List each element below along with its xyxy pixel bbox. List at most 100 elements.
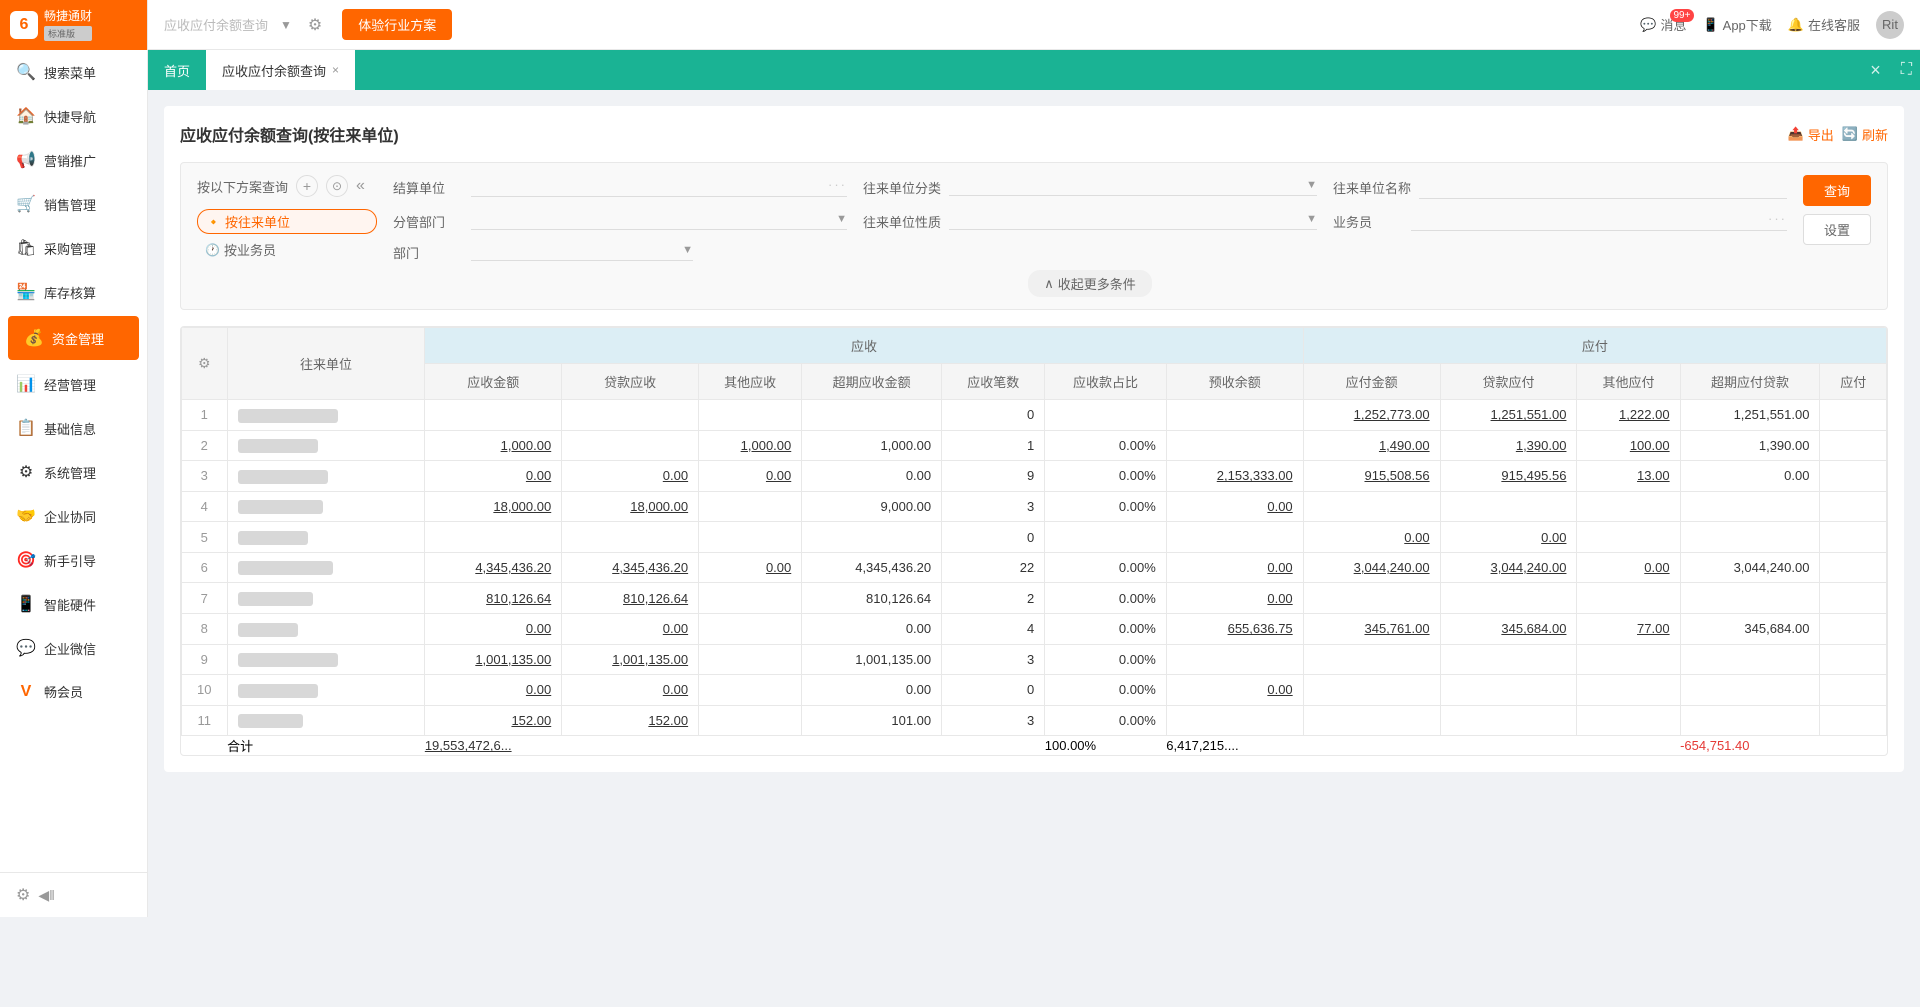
cell-link[interactable]: 0.00 bbox=[1267, 682, 1292, 697]
cell-link[interactable]: 1,251,551.00 bbox=[1491, 407, 1567, 422]
cell-link[interactable]: 0.00 bbox=[766, 468, 791, 483]
settlement-ellipsis-icon[interactable]: ··· bbox=[828, 177, 847, 192]
filter-row-1: 结算单位 ··· 往来单位分类 bbox=[393, 175, 1787, 199]
sidebar-item-wechat[interactable]: 💬 企业微信 bbox=[0, 626, 147, 670]
filter-schema-button[interactable]: ⊙ bbox=[326, 175, 348, 197]
setting-button[interactable]: 设置 bbox=[1803, 214, 1871, 245]
table-settings-icon[interactable]: ⚙ bbox=[192, 349, 217, 378]
cell-link[interactable]: 915,508.56 bbox=[1364, 468, 1429, 483]
cell-link[interactable]: 0.00 bbox=[663, 621, 688, 636]
sidebar-item-hardware[interactable]: 📱 智能硬件 bbox=[0, 582, 147, 626]
cell-link[interactable]: 77.00 bbox=[1637, 621, 1670, 636]
total-ar-amount[interactable]: 19,553,472,6... bbox=[425, 738, 512, 753]
customer-service-button[interactable]: 🔔 在线客服 bbox=[1788, 15, 1860, 34]
collapse-more-button[interactable]: ∧ 收起更多条件 bbox=[1028, 270, 1152, 297]
cell-link[interactable]: 810,126.64 bbox=[486, 591, 551, 606]
cell-link[interactable]: 1,222.00 bbox=[1619, 407, 1670, 422]
cell-link[interactable]: 3,044,240.00 bbox=[1354, 560, 1430, 575]
cell-link[interactable]: 18,000.00 bbox=[493, 499, 551, 514]
sidebar-item-purchase[interactable]: 🛍 采购管理 bbox=[0, 226, 147, 270]
cell-link[interactable]: 0.00 bbox=[1267, 591, 1292, 606]
cell-link[interactable]: 0.00 bbox=[526, 682, 551, 697]
sidebar-item-system[interactable]: ⚙ 系统管理 bbox=[0, 450, 147, 494]
cell-link[interactable]: 13.00 bbox=[1637, 468, 1670, 483]
cell-link[interactable]: 810,126.64 bbox=[623, 591, 688, 606]
sidebar-item-member[interactable]: V 畅会员 bbox=[0, 670, 147, 713]
partner-name-input[interactable] bbox=[1419, 175, 1787, 199]
filter-collapse-button[interactable]: « bbox=[356, 177, 365, 195]
cell-link[interactable]: 18,000.00 bbox=[630, 499, 688, 514]
app-download-button[interactable]: 📱 App下载 bbox=[1702, 15, 1771, 34]
department-chevron-icon[interactable]: ▼ bbox=[836, 213, 847, 225]
sidebar-item-basic[interactable]: 📋 基础信息 bbox=[0, 406, 147, 450]
tab-bar-expand-icon[interactable]: ⛶ bbox=[1893, 61, 1920, 79]
cell-link[interactable]: 3,044,240.00 bbox=[1491, 560, 1567, 575]
cell-link[interactable]: 345,684.00 bbox=[1501, 621, 1566, 636]
cell-link[interactable]: 0.00 bbox=[1267, 499, 1292, 514]
sidebar-item-search[interactable]: 🔍 搜索菜单 bbox=[0, 50, 147, 94]
cell-link[interactable]: 1,390.00 bbox=[1516, 438, 1567, 453]
tab-bar-close-icon[interactable]: × bbox=[1858, 60, 1893, 81]
sidebar-settings-icon[interactable]: ⚙ bbox=[16, 885, 30, 905]
cell-link[interactable]: 0.00 bbox=[663, 468, 688, 483]
cell-link[interactable]: 0.00 bbox=[1541, 530, 1566, 545]
cell-link[interactable]: 1,000.00 bbox=[741, 438, 792, 453]
header-chevron-icon[interactable]: ▼ bbox=[280, 18, 292, 32]
ar-amount-header: 应收金额 bbox=[425, 364, 562, 400]
sidebar-item-inventory[interactable]: 🏪 库存核算 bbox=[0, 270, 147, 314]
refresh-button[interactable]: 🔄 刷新 bbox=[1842, 125, 1888, 144]
filter-add-button[interactable]: + bbox=[296, 175, 318, 197]
solution-button[interactable]: 体验行业方案 bbox=[342, 9, 452, 40]
search-icon: 🔍 bbox=[16, 62, 36, 82]
sidebar-item-quick[interactable]: 🏠 快捷导航 bbox=[0, 94, 147, 138]
cell-link[interactable]: 0.00 bbox=[766, 560, 791, 575]
partner-nature-chevron-icon[interactable]: ▼ bbox=[1306, 213, 1317, 225]
cell-link[interactable]: 1,000.00 bbox=[501, 438, 552, 453]
cell-link[interactable]: 2,153,333.00 bbox=[1217, 468, 1293, 483]
cell-link[interactable]: 100.00 bbox=[1630, 438, 1670, 453]
partner-category-chevron-icon[interactable]: ▼ bbox=[1306, 179, 1317, 191]
cell-link[interactable]: 152.00 bbox=[648, 713, 688, 728]
cell-link[interactable]: 1,252,773.00 bbox=[1354, 407, 1430, 422]
sales-icon: 🛒 bbox=[16, 194, 36, 214]
ar-ratio-cell: 0.00% bbox=[1045, 675, 1167, 706]
cell-link[interactable]: 1,001,135.00 bbox=[475, 652, 551, 667]
cell-link[interactable]: 0.00 bbox=[1267, 560, 1292, 575]
header-gear-icon[interactable]: ⚙ bbox=[304, 11, 326, 39]
tab-home[interactable]: 首页 bbox=[148, 50, 206, 90]
user-avatar[interactable]: Rit bbox=[1876, 11, 1904, 39]
cell-link[interactable]: 0.00 bbox=[526, 468, 551, 483]
sidebar-item-cooperation[interactable]: 🤝 企业协同 bbox=[0, 494, 147, 538]
cell-link[interactable]: 1,001,135.00 bbox=[612, 652, 688, 667]
cell-link[interactable]: 655,636.75 bbox=[1228, 621, 1293, 636]
tab-balance[interactable]: 应收应付余额查询 × bbox=[206, 50, 355, 90]
cell-link[interactable]: 0.00 bbox=[1404, 530, 1429, 545]
sidebar-item-sales[interactable]: 🛒 销售管理 bbox=[0, 182, 147, 226]
sidebar-collapse-icon[interactable]: ◀‖ bbox=[38, 887, 55, 904]
cell-link[interactable]: 152.00 bbox=[511, 713, 551, 728]
message-button[interactable]: 💬 消息 99+ bbox=[1640, 15, 1686, 34]
sidebar-item-finance[interactable]: 💰 资金管理 bbox=[8, 316, 139, 360]
cell-link[interactable]: 0.00 bbox=[526, 621, 551, 636]
cell-link[interactable]: 4,345,436.20 bbox=[612, 560, 688, 575]
ar-loan-cell: 810,126.64 bbox=[562, 583, 699, 614]
sidebar-item-newbie[interactable]: 🎯 新手引导 bbox=[0, 538, 147, 582]
cell-link[interactable]: 1,490.00 bbox=[1379, 438, 1430, 453]
sidebar-item-operation[interactable]: 📊 经营管理 bbox=[0, 362, 147, 406]
salesman-label: 业务员 bbox=[1333, 212, 1403, 231]
cell-link[interactable]: 0.00 bbox=[1644, 560, 1669, 575]
cell-link[interactable]: 345,761.00 bbox=[1364, 621, 1429, 636]
cell-link[interactable]: 4,345,436.20 bbox=[475, 560, 551, 575]
advance-cell: 0.00 bbox=[1166, 552, 1303, 583]
sidebar-item-marketing[interactable]: 📢 营销推广 bbox=[0, 138, 147, 182]
scheme-item-salesman[interactable]: 🕐 按业务员 bbox=[197, 238, 377, 261]
salesman-ellipsis-icon[interactable]: ··· bbox=[1768, 211, 1787, 226]
tab-close-icon[interactable]: × bbox=[332, 63, 339, 77]
cell-link[interactable]: 915,495.56 bbox=[1501, 468, 1566, 483]
dept-chevron-icon[interactable]: ▼ bbox=[682, 244, 693, 256]
scheme-item-partner[interactable]: 🔸 按往来单位 bbox=[197, 209, 377, 234]
ar-other-cell: 0.00 bbox=[699, 552, 802, 583]
query-button[interactable]: 查询 bbox=[1803, 175, 1871, 206]
export-button[interactable]: 📤 导出 bbox=[1788, 125, 1834, 144]
cell-link[interactable]: 0.00 bbox=[663, 682, 688, 697]
